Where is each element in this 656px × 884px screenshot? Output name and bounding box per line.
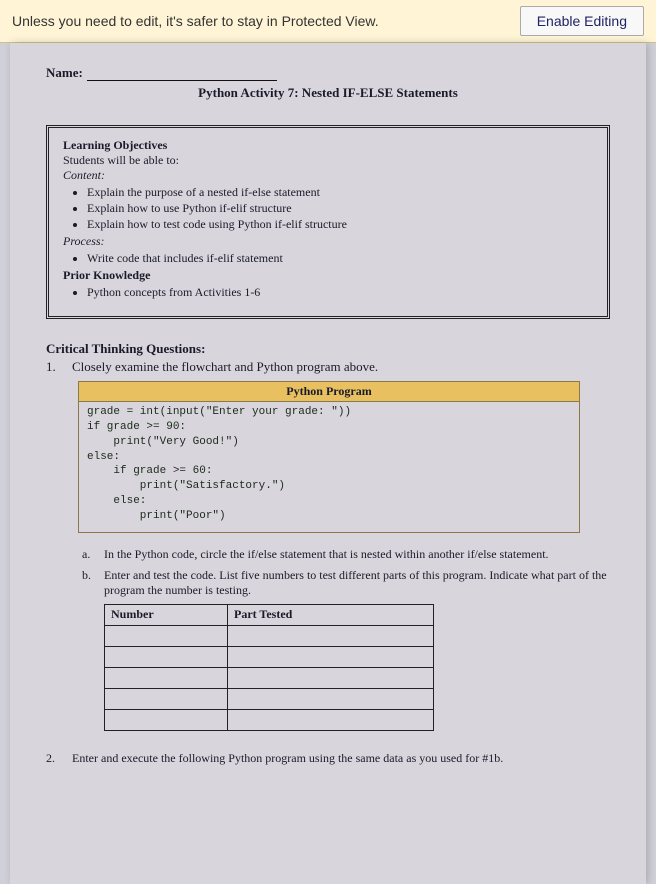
question-1: 1. Closely examine the flowchart and Pyt… [46, 359, 610, 375]
objectives-heading: Learning Objectives [63, 138, 593, 153]
q1b: b. Enter and test the code. List five nu… [82, 568, 610, 598]
q1-number: 1. [46, 359, 72, 375]
document-page: Name: Python Activity 7: Nested IF-ELSE … [10, 43, 646, 884]
python-program-box: Python Program grade = int(input("Enter … [78, 381, 580, 533]
content-label: Content: [63, 168, 593, 183]
q2-number: 2. [46, 751, 72, 766]
learning-objectives-box: Learning Objectives Students will be abl… [46, 125, 610, 319]
q1a-text: In the Python code, circle the if/else s… [104, 547, 549, 562]
list-item: Explain the purpose of a nested if-else … [87, 185, 593, 200]
list-item: Write code that includes if-elif stateme… [87, 251, 593, 266]
table-header-row: Number Part Tested [105, 604, 434, 625]
q1-text: Closely examine the flowchart and Python… [72, 359, 610, 375]
page-container: Name: Python Activity 7: Nested IF-ELSE … [0, 43, 656, 884]
name-blank-line [87, 66, 277, 81]
th-number: Number [105, 604, 228, 625]
protected-view-bar: Unless you need to edit, it's safer to s… [0, 0, 656, 43]
q1a-letter: a. [82, 547, 104, 562]
table-row [105, 646, 434, 667]
th-part-tested: Part Tested [228, 604, 434, 625]
question-2: 2. Enter and execute the following Pytho… [46, 751, 610, 766]
name-field-row: Name: [46, 65, 610, 81]
code-body: grade = int(input("Enter your grade: "))… [79, 402, 579, 532]
enable-editing-button[interactable]: Enable Editing [520, 6, 644, 36]
prior-list: Python concepts from Activities 1-6 [63, 285, 593, 300]
prior-knowledge-heading: Prior Knowledge [63, 268, 593, 283]
q1b-text: Enter and test the code. List five numbe… [104, 568, 610, 598]
objectives-sub: Students will be able to: [63, 153, 593, 168]
code-header: Python Program [79, 382, 579, 402]
table-row [105, 709, 434, 730]
list-item: Explain how to use Python if-elif struct… [87, 201, 593, 216]
list-item: Explain how to test code using Python if… [87, 217, 593, 232]
q1b-letter: b. [82, 568, 104, 598]
list-item: Python concepts from Activities 1-6 [87, 285, 593, 300]
answer-table: Number Part Tested [104, 604, 434, 731]
page-title: Python Activity 7: Nested IF-ELSE Statem… [46, 85, 610, 101]
critical-thinking-heading: Critical Thinking Questions: [46, 341, 610, 357]
process-list: Write code that includes if-elif stateme… [63, 251, 593, 266]
q1a: a. In the Python code, circle the if/els… [82, 547, 610, 562]
process-label: Process: [63, 234, 593, 249]
protected-view-message: Unless you need to edit, it's safer to s… [12, 13, 520, 29]
content-list: Explain the purpose of a nested if-else … [63, 185, 593, 232]
table-row [105, 667, 434, 688]
table-row [105, 688, 434, 709]
table-row [105, 625, 434, 646]
q2-text: Enter and execute the following Python p… [72, 751, 503, 766]
name-label: Name: [46, 65, 83, 81]
